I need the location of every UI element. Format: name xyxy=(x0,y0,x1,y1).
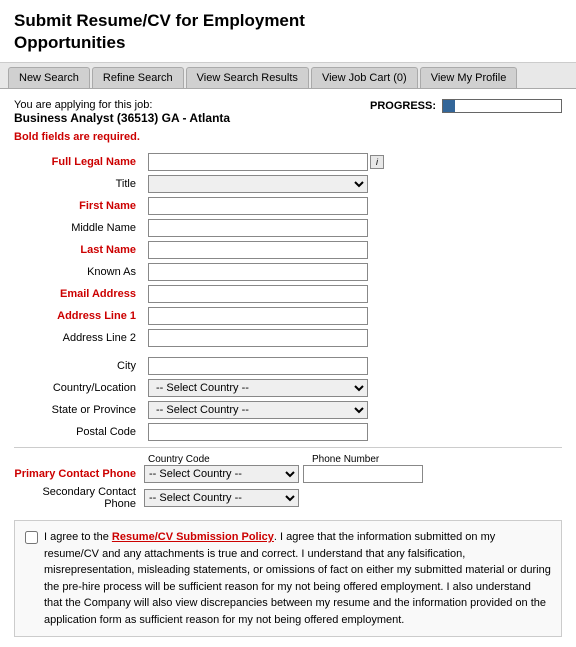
agreement-text-pre: I agree to the xyxy=(44,531,112,543)
last-name-label: Last Name xyxy=(80,244,136,256)
address1-input[interactable] xyxy=(148,307,368,325)
progress-label: PROGRESS: xyxy=(370,100,436,112)
state-select[interactable]: -- Select Country -- xyxy=(148,401,368,419)
known-as-input[interactable] xyxy=(148,263,368,281)
page-title: Submit Resume/CV for Employment Opportun… xyxy=(14,10,562,54)
country-code-header: Country Code xyxy=(148,454,308,465)
primary-phone-row: Primary Contact Phone -- Select Country … xyxy=(14,465,562,483)
state-label: State or Province xyxy=(52,404,136,416)
title-select[interactable]: Mr. Ms. Mrs. Dr. xyxy=(148,175,368,193)
tab-refine-search[interactable]: Refine Search xyxy=(92,67,184,88)
known-as-label: Known As xyxy=(87,266,136,278)
tab-new-search[interactable]: New Search xyxy=(8,67,90,88)
required-note: Bold fields are required. xyxy=(14,131,562,143)
city-row: City xyxy=(14,355,562,377)
agreement-link[interactable]: Resume/CV Submission Policy xyxy=(112,531,274,543)
country-row: Country/Location -- Select Country -- Un… xyxy=(14,377,562,399)
secondary-phone-label: Secondary Contact Phone xyxy=(14,486,144,510)
middle-name-row: Middle Name xyxy=(14,217,562,239)
address2-input[interactable] xyxy=(148,329,368,347)
state-row: State or Province -- Select Country -- xyxy=(14,399,562,421)
primary-country-select[interactable]: -- Select Country -- United States (+1) … xyxy=(144,465,299,483)
secondary-phone-row: Secondary Contact Phone -- Select Countr… xyxy=(14,486,562,510)
last-name-input[interactable] xyxy=(148,241,368,259)
address2-row: Address Line 2 xyxy=(14,327,562,349)
info-icon[interactable]: i xyxy=(370,155,384,169)
tab-bar: New Search Refine Search View Search Res… xyxy=(0,63,576,89)
page-header: Submit Resume/CV for Employment Opportun… xyxy=(0,0,576,63)
primary-phone-input[interactable] xyxy=(303,465,423,483)
secondary-country-select[interactable]: -- Select Country -- United States (+1) … xyxy=(144,489,299,507)
full-legal-name-label: Full Legal Name xyxy=(52,156,136,168)
primary-phone-label: Primary Contact Phone xyxy=(14,468,144,480)
main-content: You are applying for this job: Business … xyxy=(0,89,576,647)
middle-name-label: Middle Name xyxy=(71,222,136,234)
full-legal-name-field-group: i xyxy=(148,153,558,171)
known-as-row: Known As xyxy=(14,261,562,283)
middle-name-input[interactable] xyxy=(148,219,368,237)
title-label: Title xyxy=(116,178,136,190)
progress-bar-outer xyxy=(442,99,562,113)
country-select[interactable]: -- Select Country -- United States Canad… xyxy=(148,379,368,397)
city-label: City xyxy=(117,360,136,372)
last-name-row: Last Name xyxy=(14,239,562,261)
applying-text: You are applying for this job: xyxy=(14,99,230,111)
phone-number-header: Phone Number xyxy=(312,454,432,465)
email-row: Email Address xyxy=(14,283,562,305)
full-legal-name-row: Full Legal Name i xyxy=(14,151,562,173)
address2-label: Address Line 2 xyxy=(63,332,136,344)
first-name-label: First Name xyxy=(79,200,136,212)
job-title: Business Analyst (36513) GA - Atlanta xyxy=(14,111,230,125)
job-info-left: You are applying for this job: Business … xyxy=(14,99,230,125)
title-row: Title Mr. Ms. Mrs. Dr. xyxy=(14,173,562,195)
agreement-checkbox[interactable] xyxy=(25,531,38,544)
agreement-text-post: . I agree that the information submitted… xyxy=(44,531,551,626)
progress-bar-inner xyxy=(443,100,455,112)
job-info-row: You are applying for this job: Business … xyxy=(14,99,562,125)
country-label: Country/Location xyxy=(53,382,136,394)
agreement-section: I agree to the Resume/CV Submission Poli… xyxy=(14,520,562,637)
tab-view-my-profile[interactable]: View My Profile xyxy=(420,67,518,88)
tab-view-search-results[interactable]: View Search Results xyxy=(186,67,309,88)
phone-header-row: Country Code Phone Number xyxy=(144,454,562,465)
address1-label: Address Line 1 xyxy=(57,310,136,322)
address1-row: Address Line 1 xyxy=(14,305,562,327)
postal-input[interactable] xyxy=(148,423,368,441)
full-legal-name-input[interactable] xyxy=(148,153,368,171)
email-label: Email Address xyxy=(60,288,136,300)
phone-section: Country Code Phone Number Primary Contac… xyxy=(14,447,562,510)
first-name-input[interactable] xyxy=(148,197,368,215)
tab-view-job-cart[interactable]: View Job Cart (0) xyxy=(311,67,418,88)
postal-row: Postal Code xyxy=(14,421,562,443)
agreement-text: I agree to the Resume/CV Submission Poli… xyxy=(44,529,551,628)
postal-label: Postal Code xyxy=(76,426,136,438)
progress-section: PROGRESS: xyxy=(370,99,562,113)
city-input[interactable] xyxy=(148,357,368,375)
form-table: Full Legal Name i Title Mr. Ms. Mrs. Dr. xyxy=(14,151,562,443)
first-name-row: First Name xyxy=(14,195,562,217)
email-input[interactable] xyxy=(148,285,368,303)
